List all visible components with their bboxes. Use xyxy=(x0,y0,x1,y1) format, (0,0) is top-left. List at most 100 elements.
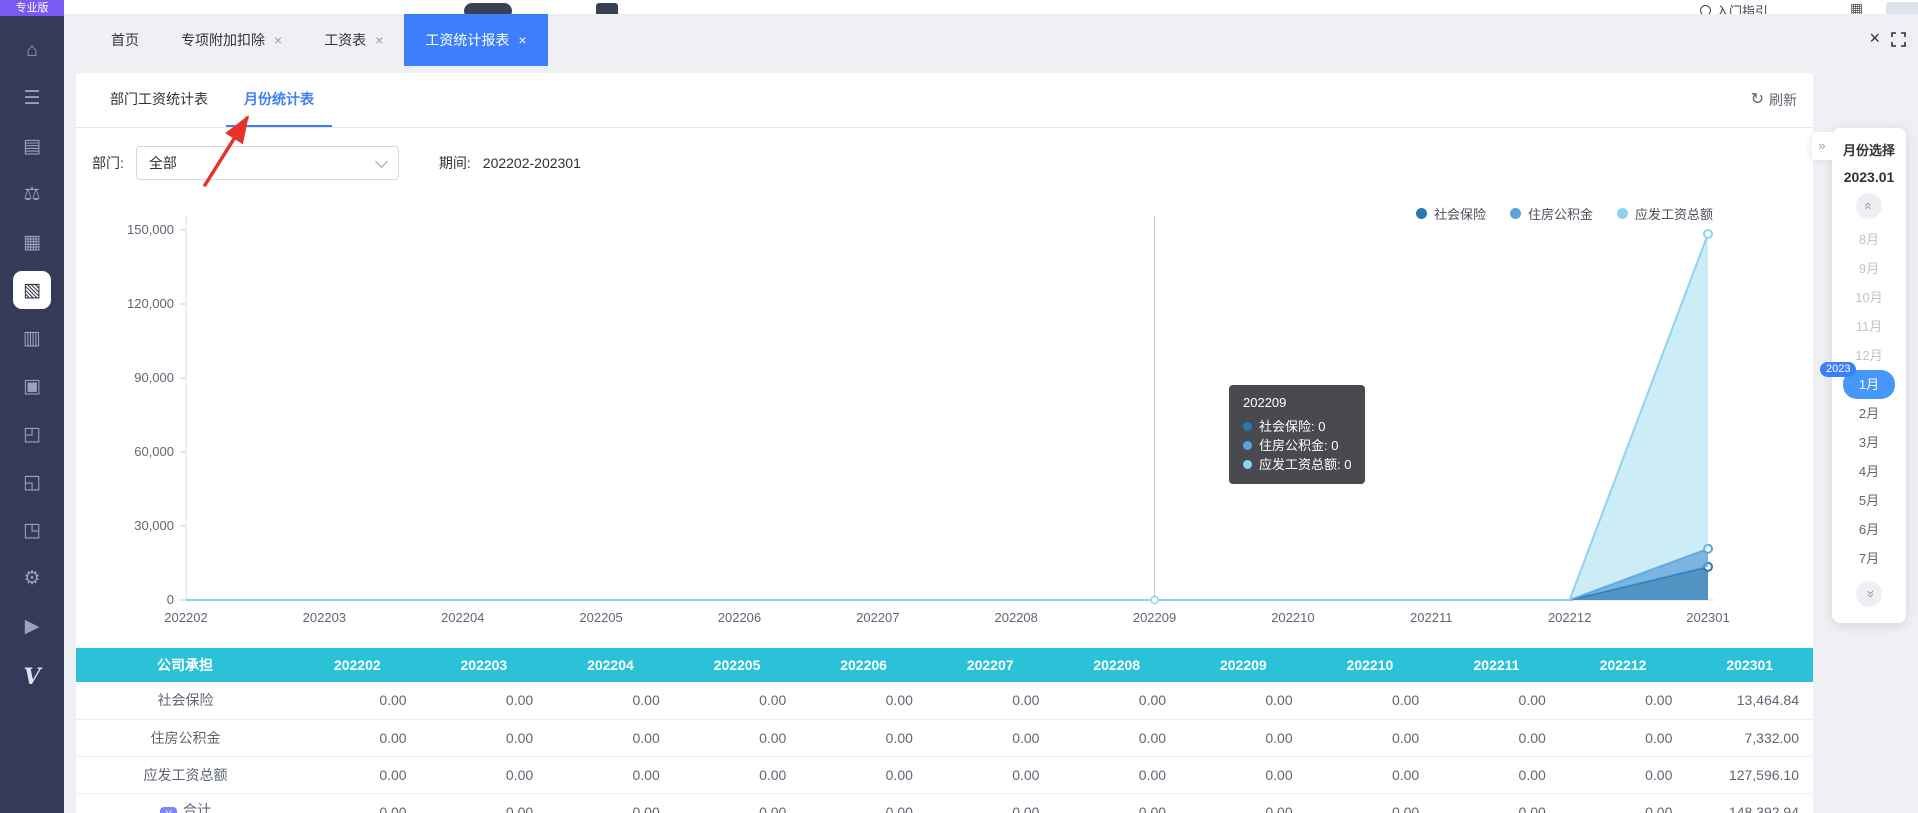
tab-close-icon[interactable]: × xyxy=(375,33,383,47)
legend-dot xyxy=(1416,208,1427,219)
row-label: 住房公积金 xyxy=(76,719,294,756)
svg-text:202211: 202211 xyxy=(1410,610,1452,625)
month-item-m9[interactable]: 9月 xyxy=(1832,254,1906,283)
topbar-widget[interactable] xyxy=(464,3,512,14)
sidebar-item-reports[interactable]: ▤ xyxy=(0,122,64,170)
refresh-button[interactable]: ↻ 刷新 xyxy=(1751,73,1797,127)
period-label: 期间: xyxy=(439,153,471,173)
sidebar-item-funds[interactable]: ⚖ xyxy=(0,170,64,218)
cell-value: 0.00 xyxy=(1307,756,1434,793)
cell-value: 0.00 xyxy=(800,682,927,719)
month-panel-title: 月份选择 xyxy=(1832,140,1906,159)
tab-label: 专项附加扣除 xyxy=(181,30,265,50)
tab-salary-sheet[interactable]: 工资表× xyxy=(303,14,404,66)
apps-icon: ▶ xyxy=(25,617,40,636)
tab-special-deduction[interactable]: 专项附加扣除 × xyxy=(160,14,303,66)
svg-text:30,000: 30,000 xyxy=(134,518,174,533)
department-select[interactable]: 全部 xyxy=(136,146,399,180)
help-link[interactable]: 入门指引 xyxy=(1700,1,1768,14)
svg-text:202202: 202202 xyxy=(164,610,207,625)
cell-value: 0.00 xyxy=(1307,682,1434,719)
chart-legend: 社会保险 住房公积金 应发工资总额 xyxy=(1416,204,1713,223)
subtab-month[interactable]: 月份统计表 xyxy=(226,73,332,127)
legend-item[interactable]: 住房公积金 xyxy=(1510,204,1593,223)
tab-salary-report[interactable]: 工资统计报表× xyxy=(404,14,547,66)
salary-icon: ▧ xyxy=(13,271,51,309)
table-header-month: 202206 xyxy=(800,648,927,682)
current-period: 2023.01 xyxy=(1832,169,1906,185)
legend-item[interactable]: 社会保险 xyxy=(1416,204,1486,223)
cell-value: 0.00 xyxy=(1560,756,1687,793)
cell-value: 0.00 xyxy=(294,756,421,793)
user-widget[interactable] xyxy=(1886,2,1918,14)
collapse-panel-button[interactable]: » xyxy=(1812,132,1832,160)
month-item-m3[interactable]: 3月 xyxy=(1832,428,1906,457)
topbar: 入门指引 ▦ xyxy=(64,0,1918,14)
cell-value: 0.00 xyxy=(294,793,421,813)
table-row: 应发工资总额0.000.000.000.000.000.000.000.000.… xyxy=(76,756,1813,793)
svg-text:202212: 202212 xyxy=(1548,610,1591,625)
table-header-month: 202212 xyxy=(1560,648,1687,682)
scroll-down-button[interactable]: « xyxy=(1856,581,1882,607)
fullscreen-icon[interactable] xyxy=(1891,32,1906,47)
month-item-m7[interactable]: 7月 xyxy=(1832,544,1906,573)
month-item-m6[interactable]: 6月 xyxy=(1832,515,1906,544)
cell-value: 0.00 xyxy=(294,719,421,756)
table-header-row: 公司承担202202202203202204202205202206202207… xyxy=(76,648,1813,682)
sidebar-item-settings[interactable]: ⚙ xyxy=(0,554,64,602)
sidebar-item-apps[interactable]: ▶ xyxy=(0,602,64,650)
scroll-up-button[interactable]: « xyxy=(1856,193,1882,219)
sidebar-item-taxes[interactable]: ◱ xyxy=(0,458,64,506)
table-header-month: 202210 xyxy=(1307,648,1434,682)
sidebar-item-invoices[interactable]: ▦ xyxy=(0,218,64,266)
month-label: 3月 xyxy=(1859,435,1879,450)
sidebar-item-home[interactable]: ⌂ xyxy=(0,26,64,74)
brand-logo: V xyxy=(0,664,64,690)
svg-text:202206: 202206 xyxy=(718,610,761,625)
month-label: 4月 xyxy=(1859,464,1879,479)
close-all-tabs-button[interactable]: × xyxy=(1869,29,1880,47)
cell-value: 0.00 xyxy=(674,793,801,813)
svg-text:202301: 202301 xyxy=(1686,610,1729,625)
sidebar-item-checkout[interactable]: ▣ xyxy=(0,362,64,410)
legend-dot xyxy=(1510,208,1521,219)
month-item-m5[interactable]: 5月 xyxy=(1832,486,1906,515)
person-icon xyxy=(1700,5,1711,14)
salary-trend-chart[interactable]: 030,00060,00090,000120,000150,0002022022… xyxy=(76,190,1813,630)
tab-close-icon[interactable]: × xyxy=(274,33,282,47)
apps-grid-icon[interactable]: ▦ xyxy=(1850,0,1863,14)
tab-bar: 首页专项附加扣除×工资表×工资统计报表× × xyxy=(64,14,1918,66)
month-label: 1月 xyxy=(1859,377,1879,392)
month-item-m8[interactable]: 8月 xyxy=(1832,225,1906,254)
month-label: 9月 xyxy=(1859,261,1879,276)
cell-value: 0.00 xyxy=(927,756,1054,793)
chevron-down-double-icon: « xyxy=(1856,590,1882,598)
sidebar-item-contacts[interactable]: ◳ xyxy=(0,506,64,554)
table-header-month: 202208 xyxy=(1053,648,1180,682)
cell-value: 0.00 xyxy=(1433,756,1560,793)
month-label: 2月 xyxy=(1859,406,1879,421)
sidebar-item-salary[interactable]: ▧ xyxy=(0,266,64,314)
month-item-m4[interactable]: 4月 xyxy=(1832,457,1906,486)
tab-home[interactable]: 首页 xyxy=(90,14,160,66)
sidebar-item-vouchers[interactable]: ☰ xyxy=(0,74,64,122)
table-header-month: 202209 xyxy=(1180,648,1307,682)
subtab-department[interactable]: 部门工资统计表 xyxy=(92,73,226,127)
row-label: ¥合计 xyxy=(76,793,294,813)
contacts-icon: ◳ xyxy=(23,521,41,540)
month-item-m10[interactable]: 10月 xyxy=(1832,283,1906,312)
sidebar-item-assets[interactable]: ◰ xyxy=(0,410,64,458)
cell-value: 0.00 xyxy=(294,682,421,719)
table-header-month: 202202 xyxy=(294,648,421,682)
cell-value: 0.00 xyxy=(547,756,674,793)
svg-text:202208: 202208 xyxy=(994,610,1037,625)
topbar-widget-small[interactable] xyxy=(596,3,618,14)
legend-item[interactable]: 应发工资总额 xyxy=(1617,204,1713,223)
tab-close-icon[interactable]: × xyxy=(518,33,526,47)
month-item-m1[interactable]: 1月2023 xyxy=(1843,370,1895,399)
assets-icon: ◰ xyxy=(23,425,41,444)
month-item-m11[interactable]: 11月 xyxy=(1832,312,1906,341)
month-item-m2[interactable]: 2月 xyxy=(1832,399,1906,428)
sidebar-item-inventory[interactable]: ▥ xyxy=(0,314,64,362)
svg-text:90,000: 90,000 xyxy=(134,370,174,385)
